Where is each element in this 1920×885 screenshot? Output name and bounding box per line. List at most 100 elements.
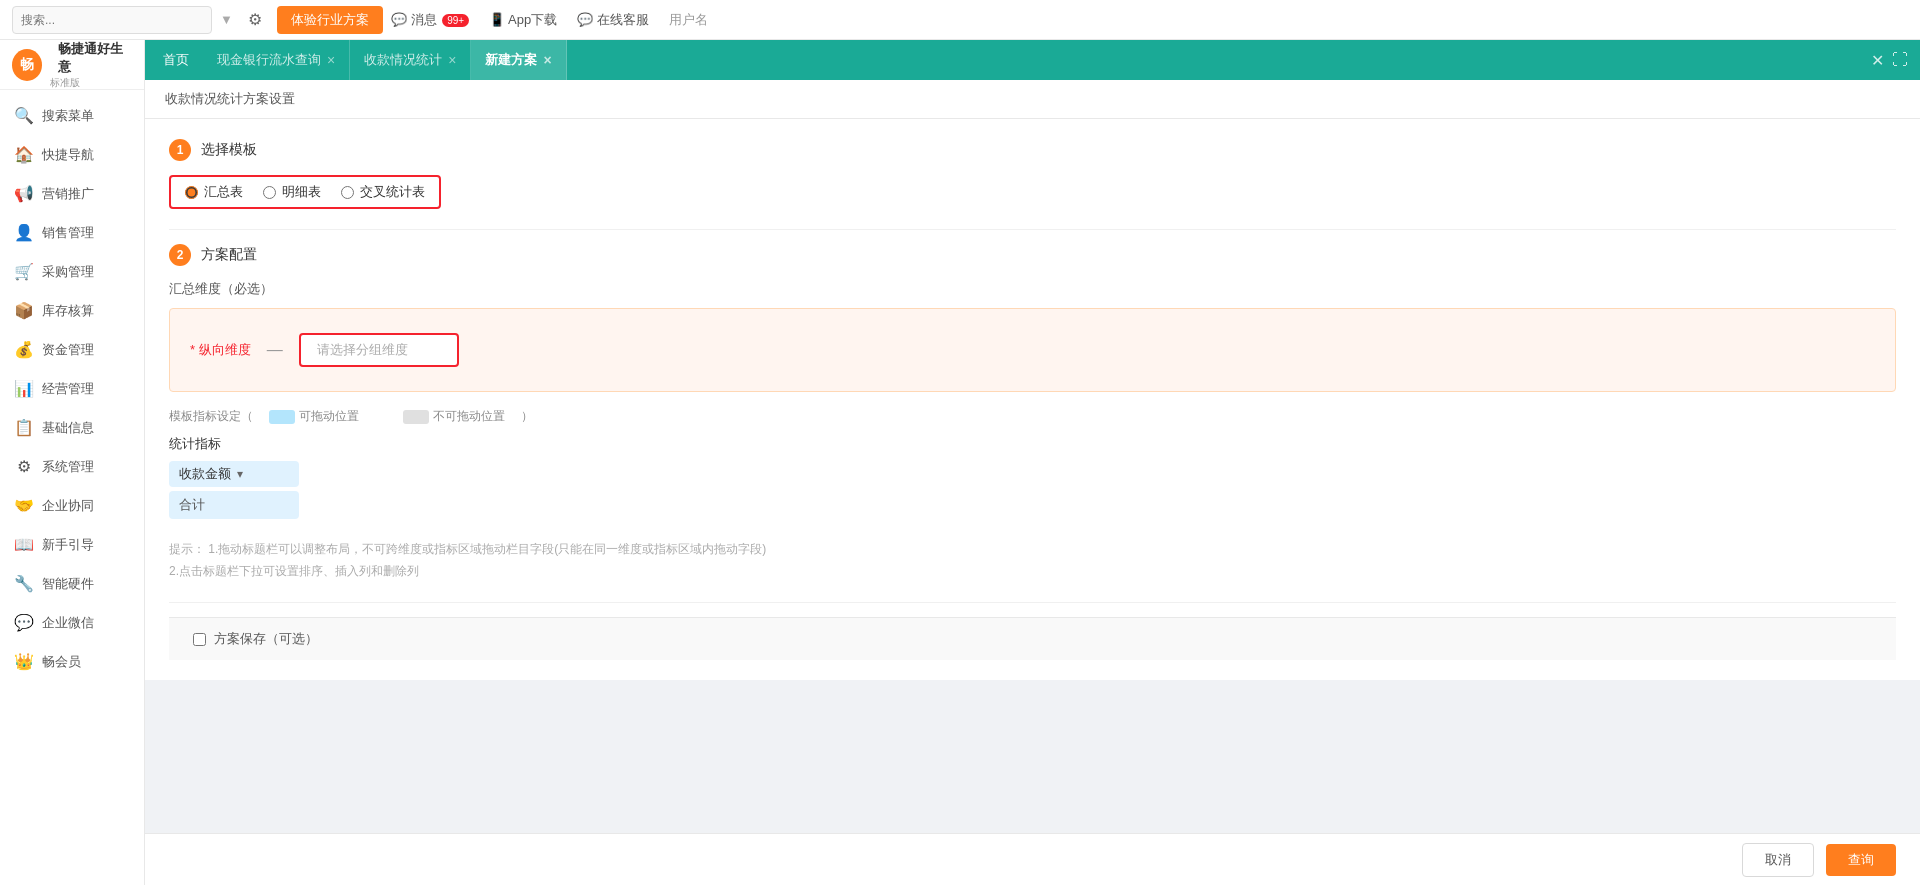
radio-cross[interactable]: 交叉统计表	[341, 183, 425, 201]
management-icon: 📊	[14, 379, 34, 398]
tab-new-plan[interactable]: 新建方案 ×	[471, 40, 566, 80]
search-icon: 🔍	[14, 106, 34, 125]
sidebar-item-basic[interactable]: 📋 基础信息	[0, 408, 144, 447]
sidebar-nav: 🔍 搜索菜单 🏠 快捷导航 📢 营销推广 👤 销售管理 🛒 采购管理 📦	[0, 90, 144, 885]
maximize-icon[interactable]: ⛶	[1892, 51, 1908, 69]
hardware-icon: 🔧	[14, 574, 34, 593]
legend-close: ）	[521, 408, 533, 425]
download-btn[interactable]: 📱 App下载	[489, 11, 557, 29]
sidebar-item-wechat[interactable]: 💬 企业微信	[0, 603, 144, 642]
sidebar-item-marketing[interactable]: 📢 营销推广	[0, 174, 144, 213]
tab-bar-right: ✕ ⛶	[1871, 51, 1916, 70]
guide-icon: 📖	[14, 535, 34, 554]
sales-icon: 👤	[14, 223, 34, 242]
divider1	[169, 229, 1896, 230]
step2-num: 2	[169, 244, 191, 266]
sidebar-item-purchase[interactable]: 🛒 采购管理	[0, 252, 144, 291]
logo-title: 畅捷通好生意	[58, 40, 132, 76]
tab-home[interactable]: 首页	[149, 40, 203, 80]
cooperation-icon: 🤝	[14, 496, 34, 515]
download-icon: 📱	[489, 12, 505, 27]
gear-icon[interactable]: ⚙	[241, 6, 269, 34]
service-btn[interactable]: 💬 在线客服	[577, 11, 649, 29]
radio-detail[interactable]: 明细表	[263, 183, 321, 201]
sidebar-item-member[interactable]: 👑 畅会员	[0, 642, 144, 681]
finance-icon: 💰	[14, 340, 34, 359]
purchase-icon: 🛒	[14, 262, 34, 281]
sidebar-item-inventory[interactable]: 📦 库存核算	[0, 291, 144, 330]
draggable-color	[269, 410, 295, 424]
logo: 畅 畅捷通好生意 标准版	[0, 40, 144, 90]
top-right-actions: 💬 消息 99+ 📱 App下载 💬 在线客服 用户名	[391, 11, 708, 29]
radio-cross-input[interactable]	[341, 186, 354, 199]
query-button[interactable]: 查询	[1826, 844, 1896, 876]
indicator-wrap: 统计指标 收款金额 ▾ 合计	[169, 435, 1896, 519]
sidebar: 畅 畅捷通好生意 标准版 🔍 搜索菜单 🏠 快捷导航 📢 营销推广 👤 销售管理	[0, 40, 145, 885]
user-info: 用户名	[669, 11, 708, 29]
tab-close-receipts[interactable]: ×	[448, 52, 456, 68]
radio-summary-input[interactable]	[185, 186, 198, 199]
indicator-title-text: 模板指标设定（	[169, 408, 253, 425]
step1-num: 1	[169, 139, 191, 161]
radio-detail-input[interactable]	[263, 186, 276, 199]
service-icon: 💬	[577, 12, 593, 27]
inventory-icon: 📦	[14, 301, 34, 320]
bottom-action-bar: 取消 查询	[145, 833, 1920, 885]
save-checkbox[interactable]	[193, 633, 206, 646]
sidebar-item-finance[interactable]: 💰 资金管理	[0, 330, 144, 369]
sidebar-item-home[interactable]: 🏠 快捷导航	[0, 135, 144, 174]
indicator-section: 模板指标设定（ 可拖动位置 不可拖动位置 ）	[169, 408, 1896, 519]
tip1: 提示： 1.拖动标题栏可以调整布局，不可跨维度或指标区域拖动栏目字段(只能在同一…	[169, 539, 1896, 561]
sidebar-item-sales[interactable]: 👤 销售管理	[0, 213, 144, 252]
form-container: 1 选择模板 汇总表 明细表	[145, 119, 1920, 680]
sidebar-item-guide[interactable]: 📖 新手引导	[0, 525, 144, 564]
indicator-label: 统计指标	[169, 435, 1896, 453]
indicator-subtag-total: 合计	[169, 491, 299, 519]
fixed-color	[403, 410, 429, 424]
marketing-icon: 📢	[14, 184, 34, 203]
system-icon: ⚙	[14, 457, 34, 476]
legend-separator	[375, 408, 387, 425]
sidebar-item-cooperation[interactable]: 🤝 企业协同	[0, 486, 144, 525]
member-icon: 👑	[14, 652, 34, 671]
tab-close-new-plan[interactable]: ×	[543, 52, 551, 68]
dimension-row: * 纵向维度 — 请选择分组维度	[190, 333, 1875, 367]
dimension-select[interactable]: 请选择分组维度	[299, 333, 459, 367]
search-input[interactable]	[12, 6, 212, 34]
close-window-icon[interactable]: ✕	[1871, 51, 1884, 70]
indicator-legend: 模板指标设定（ 可拖动位置 不可拖动位置 ）	[169, 408, 1896, 425]
chevron-down-icon[interactable]: ▼	[220, 12, 233, 27]
indicator-block: 收款金额 ▾ 合计	[169, 461, 299, 519]
template-selection: 汇总表 明细表 交叉统计表	[169, 175, 441, 209]
tip2: 2.点击标题栏下拉可设置排序、插入列和删除列	[169, 561, 1896, 583]
logo-text-area: 畅捷通好生意 标准版	[50, 40, 132, 90]
dimension-config-title: 汇总维度（必选）	[169, 280, 1896, 298]
tab-close-cashflow[interactable]: ×	[327, 52, 335, 68]
sidebar-item-management[interactable]: 📊 经营管理	[0, 369, 144, 408]
top-bar: ▼ ⚙ 体验行业方案 💬 消息 99+ 📱 App下载 💬 在线客服 用户名	[0, 0, 1920, 40]
chevron-down-icon: ▾	[237, 467, 243, 481]
logo-subtitle: 标准版	[50, 76, 132, 90]
cancel-button[interactable]: 取消	[1742, 843, 1814, 877]
indicator-tag-amount[interactable]: 收款金额 ▾	[169, 461, 299, 487]
legend-fixed: 不可拖动位置	[403, 408, 505, 425]
sidebar-item-search[interactable]: 🔍 搜索菜单	[0, 96, 144, 135]
tab-cashflow[interactable]: 现金银行流水查询 ×	[203, 40, 350, 80]
content-area: 收款情况统计方案设置 1 选择模板 汇总表	[145, 80, 1920, 885]
step1-section: 1 选择模板 汇总表 明细表	[169, 139, 1896, 209]
home-icon: 🏠	[14, 145, 34, 164]
dimension-area: * 纵向维度 — 请选择分组维度	[169, 308, 1896, 392]
sidebar-item-system[interactable]: ⚙ 系统管理	[0, 447, 144, 486]
tips-section: 提示： 1.拖动标题栏可以调整布局，不可跨维度或指标区域拖动栏目字段(只能在同一…	[169, 539, 1896, 582]
industry-btn[interactable]: 体验行业方案	[277, 6, 383, 34]
logo-icon: 畅	[12, 49, 42, 81]
step1-header: 1 选择模板	[169, 139, 1896, 161]
message-btn[interactable]: 💬 消息 99+	[391, 11, 469, 29]
message-icon: 💬	[391, 12, 407, 27]
radio-summary[interactable]: 汇总表	[185, 183, 243, 201]
sidebar-item-hardware[interactable]: 🔧 智能硬件	[0, 564, 144, 603]
tab-receipts[interactable]: 收款情况统计 ×	[350, 40, 471, 80]
divider2	[169, 602, 1896, 603]
page-breadcrumb: 收款情况统计方案设置	[145, 80, 1920, 119]
legend-draggable: 可拖动位置	[269, 408, 359, 425]
